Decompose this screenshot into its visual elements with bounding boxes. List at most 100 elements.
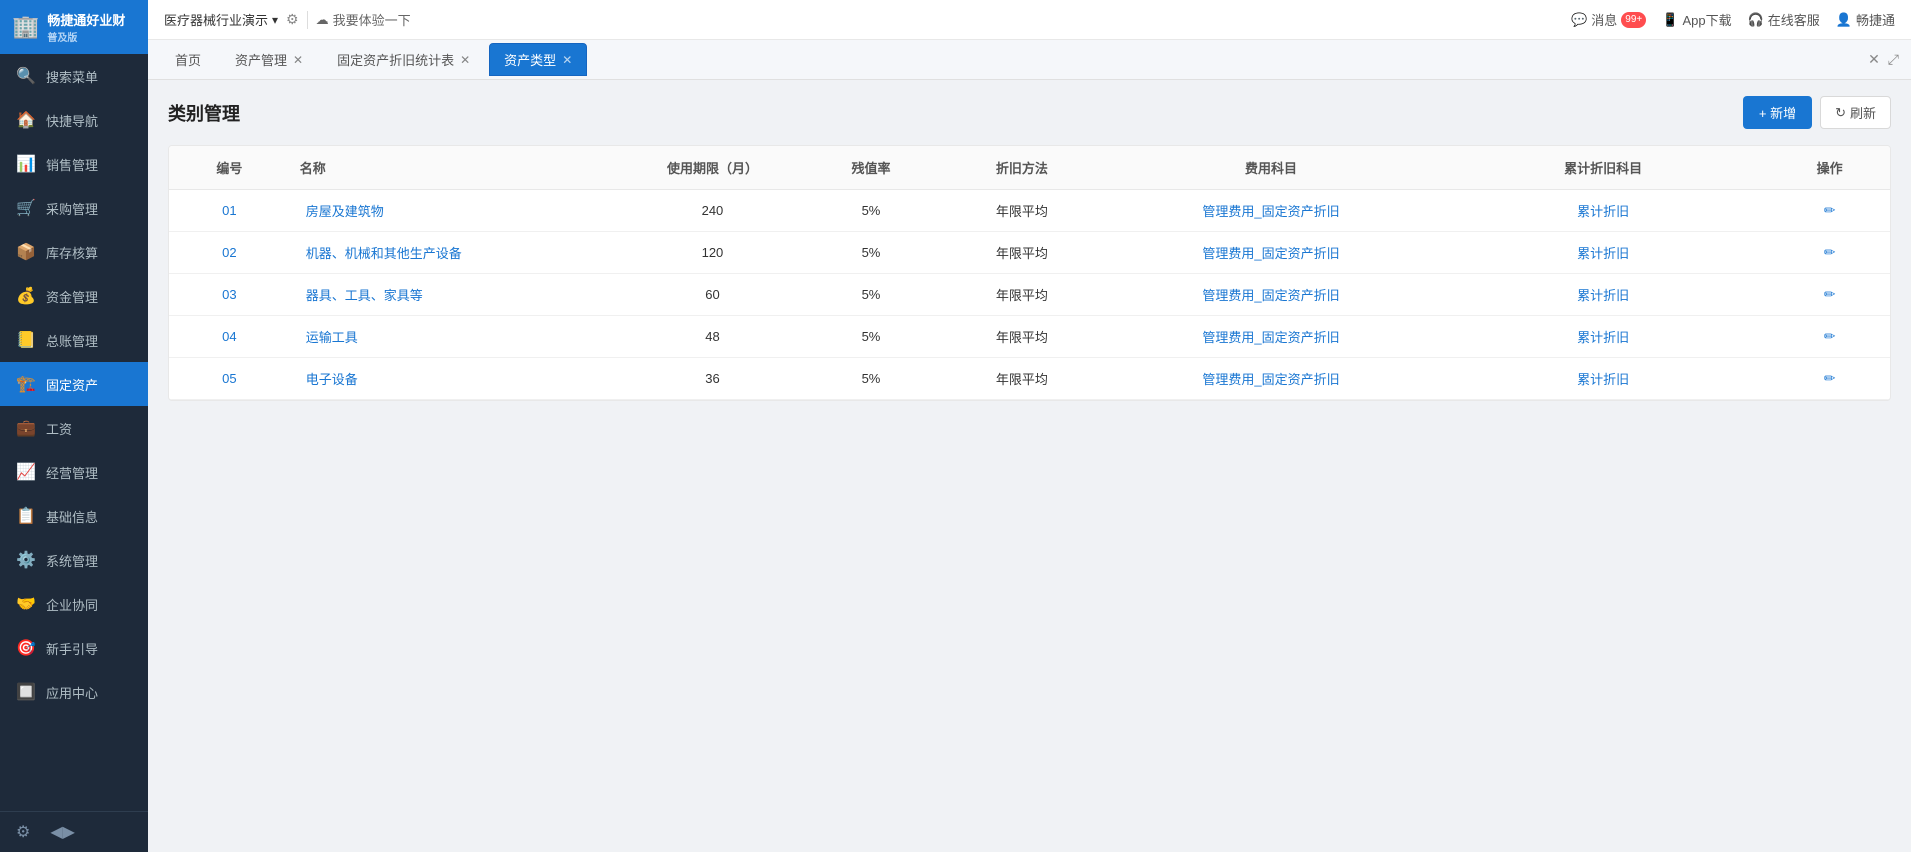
cell-accum[interactable]: 累计折旧 [1437,190,1769,232]
tabbar-actions: ✕ ⤢ [1868,51,1899,68]
page-actions: + 新增 ↻ 刷新 [1743,96,1891,129]
experience-text: 我要体验一下 [333,10,411,29]
topbar: 医疗器械行业演示 ▾ ⚙ ☁ 我要体验一下 💬 消息 99+ 📱 App下载 🎧 [148,0,1911,40]
cooperation-icon: 🤝 [16,594,36,614]
cell-residual: 5% [803,274,939,316]
edit-button[interactable]: ✏ [1824,328,1836,344]
cell-accum[interactable]: 累计折旧 [1437,316,1769,358]
sidebar-item-search[interactable]: 🔍 搜索菜单 [0,54,148,98]
cell-expense[interactable]: 管理费用_固定资产折旧 [1105,232,1437,274]
cell-accum[interactable]: 累计折旧 [1437,232,1769,274]
cell-period: 120 [622,232,803,274]
sidebar-item-system[interactable]: ⚙️ 系统管理 [0,538,148,582]
sidebar-item-funds[interactable]: 💰 资金管理 [0,274,148,318]
sidebar-item-label: 企业协同 [46,595,98,614]
tab-asset-mgmt-close[interactable]: ✕ [293,53,303,67]
sidebar-item-sales[interactable]: 📊 销售管理 [0,142,148,186]
data-table: 编号 名称 使用期限（月） 残值率 折旧方法 费用科目 累计折旧科目 操作 01… [169,146,1890,400]
cell-residual: 5% [803,190,939,232]
sidebar: 🏢 畅捷通好业财 普及版 🔍 搜索菜单 🏠 快捷导航 📊 销售管理 🛒 采购管理… [0,0,148,852]
app-logo: 🏢 畅捷通好业财 普及版 [0,0,148,54]
settings-icon[interactable]: ⚙ [16,822,30,842]
avatar-icon: 👤 [1836,12,1852,28]
logo-sub: 普及版 [47,29,125,44]
messages-button[interactable]: 💬 消息 99+ [1571,10,1646,29]
topbar-right: 💬 消息 99+ 📱 App下载 🎧 在线客服 👤 畅捷通 [1571,10,1895,29]
cell-name[interactable]: 机器、机械和其他生产设备 [290,232,622,274]
cell-expense[interactable]: 管理费用_固定资产折旧 [1105,274,1437,316]
ledger-icon: 📒 [16,330,36,350]
payroll-icon: 💼 [16,418,36,438]
sidebar-item-label: 销售管理 [46,155,98,174]
cell-method: 年限平均 [939,232,1105,274]
cell-name[interactable]: 器具、工具、家具等 [290,274,622,316]
col-header-residual: 残值率 [803,146,939,190]
app-name-selector[interactable]: 医疗器械行业演示 ▾ ⚙ [164,10,299,29]
sidebar-item-payroll[interactable]: 💼 工资 [0,406,148,450]
sidebar-item-cooperation[interactable]: 🤝 企业协同 [0,582,148,626]
experience-button[interactable]: ☁ 我要体验一下 [316,10,411,29]
sidebar-item-label: 搜索菜单 [46,67,98,86]
tab-asset-type[interactable]: 资产类型 ✕ [489,43,587,76]
cell-code[interactable]: 05 [169,358,290,400]
cell-action: ✏ [1769,190,1890,232]
cell-expense[interactable]: 管理费用_固定资产折旧 [1105,316,1437,358]
fixed-assets-icon: 🏗️ [16,374,36,394]
cell-code[interactable]: 03 [169,274,290,316]
tab-close-all-icon[interactable]: ✕ [1868,51,1880,68]
sidebar-item-operations[interactable]: 📈 经营管理 [0,450,148,494]
tab-depreciation-table[interactable]: 固定资产折旧统计表 ✕ [322,43,485,76]
edit-button[interactable]: ✏ [1824,370,1836,386]
col-header-name: 名称 [290,146,622,190]
sidebar-item-label: 固定资产 [46,375,98,394]
col-header-period: 使用期限（月） [622,146,803,190]
sidebar-item-label: 基础信息 [46,507,98,526]
cell-action: ✏ [1769,316,1890,358]
new-button[interactable]: + 新增 [1743,96,1812,129]
refresh-icon: ↻ [1835,105,1846,121]
cell-name[interactable]: 电子设备 [290,358,622,400]
cell-accum[interactable]: 累计折旧 [1437,358,1769,400]
tab-expand-icon[interactable]: ⤢ [1888,51,1899,68]
online-service-button[interactable]: 🎧 在线客服 [1748,10,1820,29]
edit-button[interactable]: ✏ [1824,244,1836,260]
col-header-code: 编号 [169,146,290,190]
cell-period: 36 [622,358,803,400]
tab-asset-type-close[interactable]: ✕ [562,53,572,67]
cell-code[interactable]: 02 [169,232,290,274]
user-profile-button[interactable]: 👤 畅捷通 [1836,10,1895,29]
tab-asset-mgmt[interactable]: 资产管理 ✕ [220,43,318,76]
edit-button[interactable]: ✏ [1824,202,1836,218]
sidebar-item-ledger[interactable]: 📒 总账管理 [0,318,148,362]
settings-app-icon[interactable]: ⚙ [286,11,299,28]
refresh-button[interactable]: ↻ 刷新 [1820,96,1891,129]
sidebar-item-purchase[interactable]: 🛒 采购管理 [0,186,148,230]
cell-action: ✏ [1769,358,1890,400]
edit-button[interactable]: ✏ [1824,286,1836,302]
sidebar-item-label: 资金管理 [46,287,98,306]
sidebar-item-tutorial[interactable]: 🎯 新手引导 [0,626,148,670]
collapse-icon[interactable]: ◀▶ [50,822,75,842]
cell-period: 60 [622,274,803,316]
sidebar-item-basic-info[interactable]: 📋 基础信息 [0,494,148,538]
sidebar-item-label: 系统管理 [46,551,98,570]
col-header-accum: 累计折旧科目 [1437,146,1769,190]
cell-name[interactable]: 运输工具 [290,316,622,358]
cell-code[interactable]: 01 [169,190,290,232]
cell-name[interactable]: 房屋及建筑物 [290,190,622,232]
cell-code[interactable]: 04 [169,316,290,358]
sidebar-item-inventory[interactable]: 📦 库存核算 [0,230,148,274]
sidebar-item-label: 工资 [46,419,72,438]
sidebar-item-quick-nav[interactable]: 🏠 快捷导航 [0,98,148,142]
sidebar-item-app-center[interactable]: 🔲 应用中心 [0,670,148,714]
cell-residual: 5% [803,316,939,358]
cell-expense[interactable]: 管理费用_固定资产折旧 [1105,190,1437,232]
tab-home[interactable]: 首页 [160,43,216,76]
col-header-expense: 费用科目 [1105,146,1437,190]
cell-expense[interactable]: 管理费用_固定资产折旧 [1105,358,1437,400]
tab-depreciation-close[interactable]: ✕ [460,53,470,67]
app-download-button[interactable]: 📱 App下载 [1662,10,1731,29]
sidebar-item-fixed-assets[interactable]: 🏗️ 固定资产 [0,362,148,406]
basic-info-icon: 📋 [16,506,36,526]
cell-accum[interactable]: 累计折旧 [1437,274,1769,316]
